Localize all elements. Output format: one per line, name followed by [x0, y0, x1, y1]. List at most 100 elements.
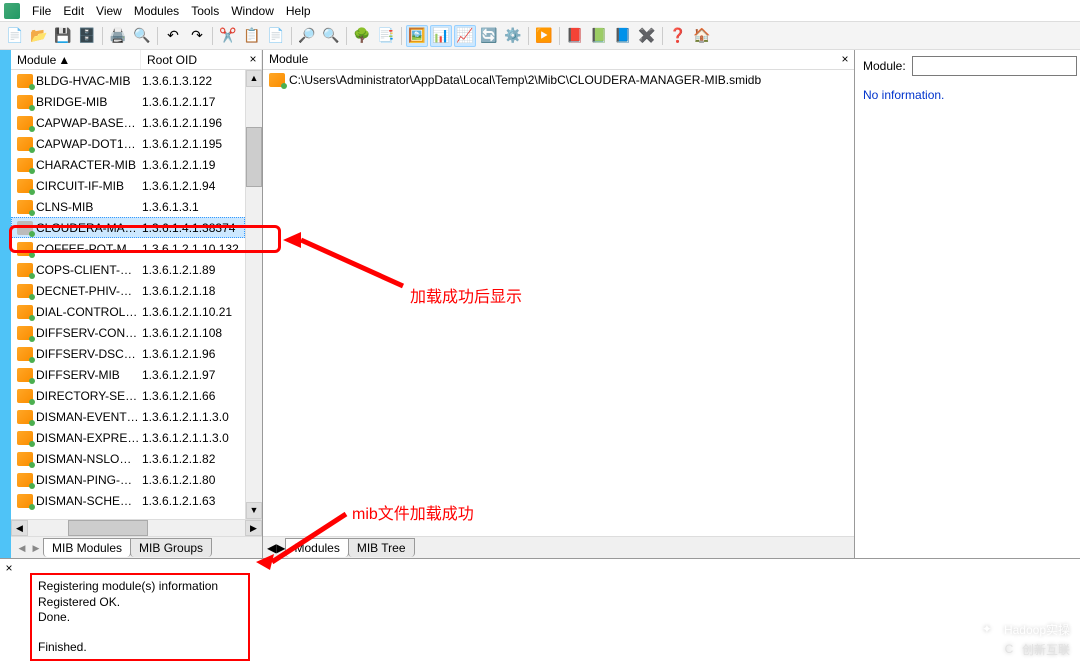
view1-icon[interactable]: 🖼️ [406, 25, 428, 47]
tab-mib-tree[interactable]: MIB Tree [348, 538, 415, 557]
list-row[interactable]: DIFFSERV-MIB1.3.6.1.2.1.97 [11, 364, 245, 385]
undo-icon[interactable]: ↶ [162, 25, 184, 47]
tab-mib-modules[interactable]: MIB Modules [43, 538, 131, 557]
run-icon[interactable]: ▶️ [533, 25, 555, 47]
list-row[interactable]: CLNS-MIB1.3.6.1.3.1 [11, 196, 245, 217]
module-field-label: Module: [863, 59, 906, 73]
list-row[interactable]: CAPWAP-DOT1…1.3.6.1.2.1.195 [11, 133, 245, 154]
center-blank [263, 90, 854, 536]
module-list[interactable]: BLDG-HVAC-MIB1.3.6.1.3.122BRIDGE-MIB1.3.… [11, 70, 245, 519]
list-row[interactable]: DIFFSERV-DSCP…1.3.6.1.2.1.96 [11, 343, 245, 364]
module-oid: 1.3.6.1.2.1.19 [142, 158, 245, 172]
app-icon [4, 3, 20, 19]
list-row[interactable]: DIAL-CONTROL…1.3.6.1.2.1.10.21 [11, 301, 245, 322]
list-row[interactable]: DIFFSERV-CON…1.3.6.1.2.1.108 [11, 322, 245, 343]
save-icon[interactable]: 💾 [52, 25, 74, 47]
scroll-right-icon[interactable]: ▶ [245, 520, 262, 536]
cut-icon[interactable]: ✂️ [217, 25, 239, 47]
close-icon[interactable]: × [838, 52, 852, 66]
delete-icon[interactable]: ✖️ [636, 25, 658, 47]
tab-prev-icon[interactable]: ◀ [267, 541, 276, 555]
find-icon[interactable]: 🔎 [296, 25, 318, 47]
home-icon[interactable]: 🏠 [691, 25, 713, 47]
menu-file[interactable]: File [32, 4, 51, 18]
module-name: DISMAN-SCHE… [36, 494, 142, 508]
view3-icon[interactable]: 📈 [454, 25, 476, 47]
list-row[interactable]: DECNET-PHIV-…1.3.6.1.2.1.18 [11, 280, 245, 301]
close-icon[interactable]: × [246, 52, 260, 66]
module-name: COPS-CLIENT-… [36, 263, 142, 277]
module-name: CLOUDERA-MA… [36, 221, 142, 235]
scroll-thumb[interactable] [246, 127, 262, 187]
copy-icon[interactable]: 📋 [241, 25, 263, 47]
scroll-left-icon[interactable]: ◀ [11, 520, 28, 536]
column-root-oid[interactable]: Root OID [141, 50, 262, 69]
list-row[interactable]: COFFEE-POT-M…1.3.6.1.2.1.10.132 [11, 238, 245, 259]
tab-next-icon[interactable]: ▶ [276, 541, 285, 555]
new-icon[interactable]: 📄 [4, 25, 26, 47]
help-icon[interactable]: ❓ [667, 25, 689, 47]
open-icon[interactable]: 📂 [28, 25, 50, 47]
menu-tools[interactable]: Tools [191, 4, 219, 18]
tab-mib-groups[interactable]: MIB Groups [130, 538, 212, 557]
tab-modules[interactable]: Modules [285, 538, 348, 557]
list-row[interactable]: DISMAN-PING-…1.3.6.1.2.1.80 [11, 469, 245, 490]
module-icon [17, 452, 33, 466]
module-oid: 1.3.6.1.2.1.108 [142, 326, 245, 340]
settings-icon[interactable]: ⚙️ [502, 25, 524, 47]
tree-icon[interactable]: 🌳 [351, 25, 373, 47]
column-module[interactable]: Module ▲ [11, 50, 141, 69]
list-row[interactable]: DISMAN-EVENT…1.3.6.1.2.1.1.3.0 [11, 406, 245, 427]
module-icon [17, 368, 33, 382]
module-field-input[interactable] [912, 56, 1077, 76]
vertical-scrollbar[interactable]: ▲ ▼ [245, 70, 262, 519]
module-oid: 1.3.6.1.2.1.196 [142, 116, 245, 130]
list-row[interactable]: DISMAN-SCHE…1.3.6.1.2.1.63 [11, 490, 245, 511]
module-oid: 1.3.6.1.2.1.94 [142, 179, 245, 193]
save-all-icon[interactable]: 🗄️ [76, 25, 98, 47]
module-icon [17, 431, 33, 445]
horizontal-scrollbar[interactable]: ◀ ▶ [11, 519, 262, 536]
close-icon[interactable]: × [2, 561, 16, 575]
print-icon[interactable]: 🖨️ [107, 25, 129, 47]
brand-icon: C [1000, 640, 1018, 658]
list-header: Module ▲ Root OID [11, 50, 262, 70]
list-row[interactable]: BRIDGE-MIB1.3.6.1.2.1.17 [11, 91, 245, 112]
view2-icon[interactable]: 📊 [430, 25, 452, 47]
module-name: CAPWAP-DOT1… [36, 137, 142, 151]
menu-help[interactable]: Help [286, 4, 311, 18]
module-path-row[interactable]: C:\Users\Administrator\AppData\Local\Tem… [263, 70, 854, 90]
tab-prev-icon[interactable]: ◀ [15, 540, 29, 556]
module-oid: 1.3.6.1.2.1.97 [142, 368, 245, 382]
list-row[interactable]: CHARACTER-MIB1.3.6.1.2.1.19 [11, 154, 245, 175]
list-row[interactable]: COPS-CLIENT-…1.3.6.1.2.1.89 [11, 259, 245, 280]
scroll-up-icon[interactable]: ▲ [246, 70, 262, 87]
list-row[interactable]: DISMAN-EXPRE…1.3.6.1.2.1.1.3.0 [11, 427, 245, 448]
menu-view[interactable]: View [96, 4, 122, 18]
refresh-icon[interactable]: 🔄 [478, 25, 500, 47]
books-blue-icon[interactable]: 📘 [612, 25, 634, 47]
wechat-icon: ✦ [976, 618, 998, 640]
find-next-icon[interactable]: 🔍 [320, 25, 342, 47]
module-oid: 1.3.6.1.2.1.89 [142, 263, 245, 277]
log-line: Registering module(s) information [38, 579, 242, 595]
list-icon[interactable]: 📑 [375, 25, 397, 47]
redo-icon[interactable]: ↷ [186, 25, 208, 47]
list-row[interactable]: CLOUDERA-MA…1.3.6.1.4.1.38374 [11, 217, 245, 238]
preview-icon[interactable]: 🔍 [131, 25, 153, 47]
menu-modules[interactable]: Modules [134, 4, 179, 18]
scroll-down-icon[interactable]: ▼ [246, 502, 262, 519]
module-name: BLDG-HVAC-MIB [36, 74, 142, 88]
list-row[interactable]: BLDG-HVAC-MIB1.3.6.1.3.122 [11, 70, 245, 91]
list-row[interactable]: CAPWAP-BASE…1.3.6.1.2.1.196 [11, 112, 245, 133]
paste-icon[interactable]: 📄 [265, 25, 287, 47]
menu-edit[interactable]: Edit [63, 4, 84, 18]
books-green-icon[interactable]: 📗 [588, 25, 610, 47]
hscroll-thumb[interactable] [68, 520, 148, 536]
list-row[interactable]: DISMAN-NSLO…1.3.6.1.2.1.82 [11, 448, 245, 469]
tab-next-icon[interactable]: ▶ [29, 540, 43, 556]
menu-window[interactable]: Window [231, 4, 274, 18]
books-red-icon[interactable]: 📕 [564, 25, 586, 47]
list-row[interactable]: DIRECTORY-SE…1.3.6.1.2.1.66 [11, 385, 245, 406]
list-row[interactable]: CIRCUIT-IF-MIB1.3.6.1.2.1.94 [11, 175, 245, 196]
